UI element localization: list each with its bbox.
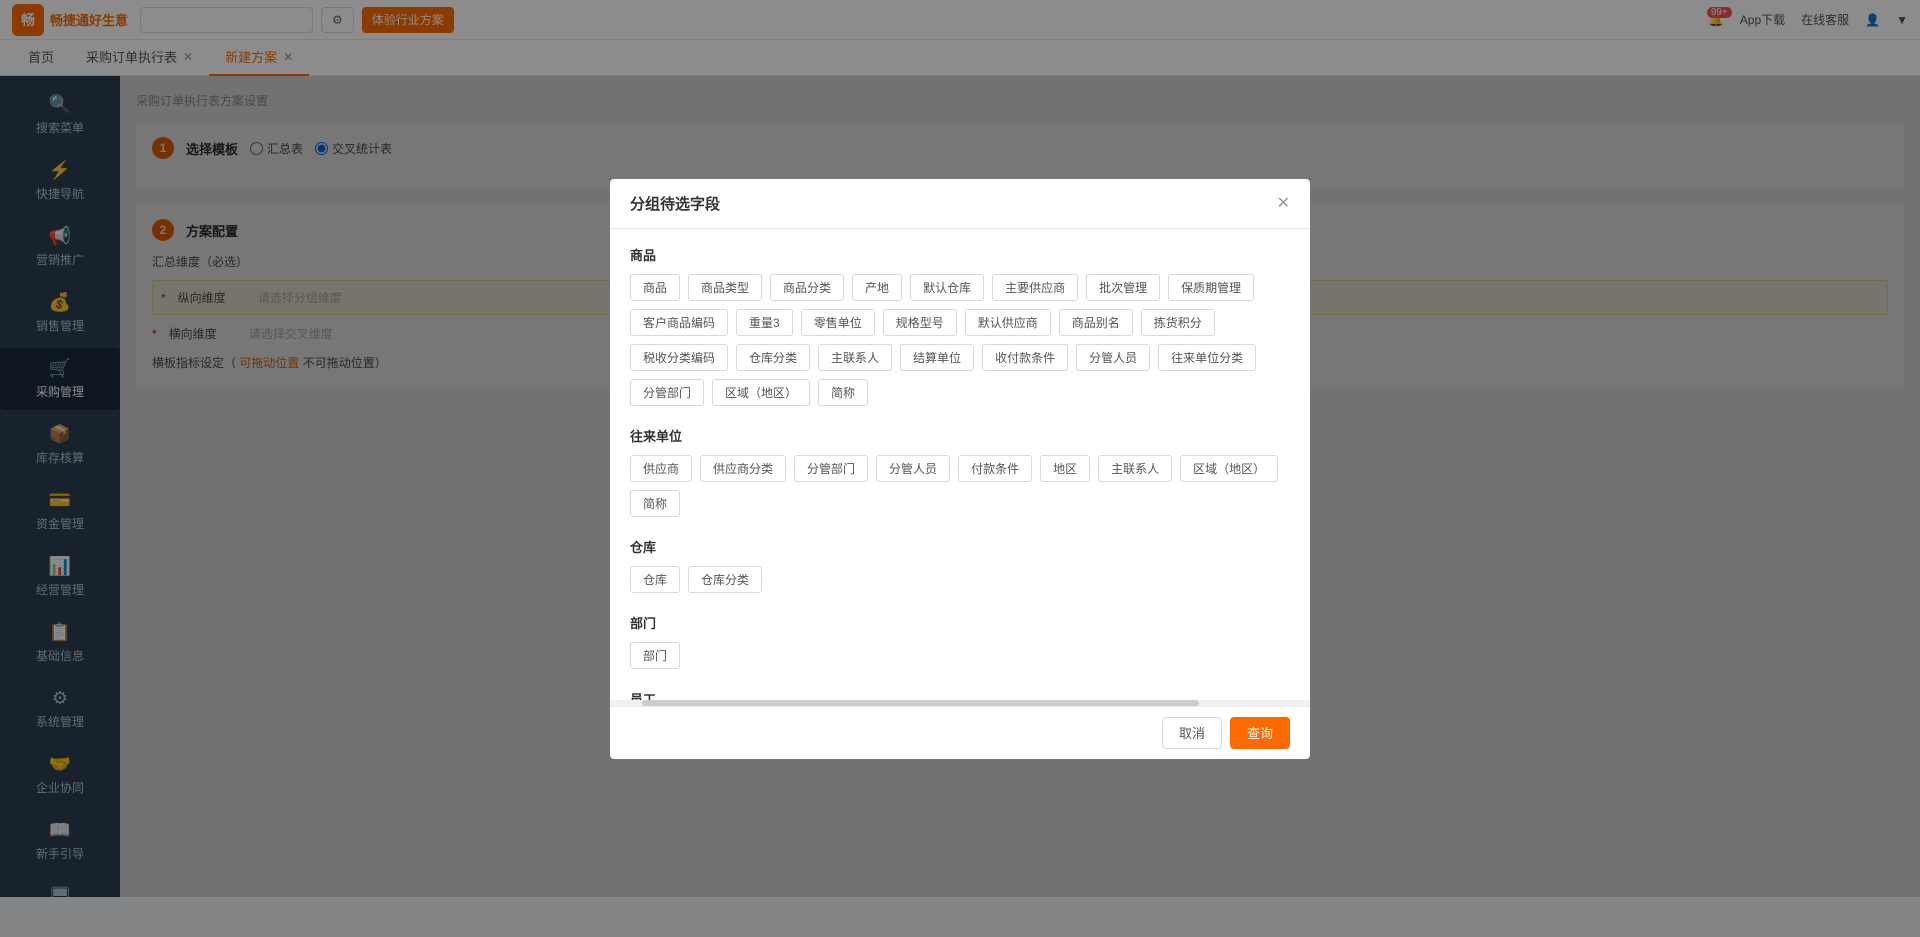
section-employee: 员工 业务员 bbox=[630, 689, 1290, 700]
tag-product-shelf-life[interactable]: 保质期管理 bbox=[1168, 274, 1254, 301]
modal-groupby: 分组待选字段 ✕ 商品 商品 商品类型 商品分类 产地 默认仓库 主要供应商 批… bbox=[610, 179, 1310, 759]
tag-product-spec[interactable]: 规格型号 bbox=[883, 309, 957, 336]
tag-product-origin[interactable]: 产地 bbox=[852, 274, 902, 301]
tag-partner-supplier[interactable]: 供应商 bbox=[630, 455, 692, 482]
tag-dept[interactable]: 部门 bbox=[630, 642, 680, 669]
tag-product-payment-terms[interactable]: 收付款条件 bbox=[982, 344, 1068, 371]
section-warehouse: 仓库 仓库 仓库分类 bbox=[630, 537, 1290, 593]
tag-partner-supplier-cat[interactable]: 供应商分类 bbox=[700, 455, 786, 482]
tag-product-goods[interactable]: 商品 bbox=[630, 274, 680, 301]
modal-header: 分组待选字段 ✕ bbox=[610, 179, 1310, 229]
section-partner-title: 往来单位 bbox=[630, 426, 1290, 445]
section-product: 商品 商品 商品类型 商品分类 产地 默认仓库 主要供应商 批次管理 保质期管理… bbox=[630, 245, 1290, 406]
tag-product-retail-unit[interactable]: 零售单位 bbox=[801, 309, 875, 336]
tag-partner-payment[interactable]: 付款条件 bbox=[958, 455, 1032, 482]
tag-partner-area[interactable]: 区域（地区） bbox=[1180, 455, 1278, 482]
tag-partner-contact[interactable]: 主联系人 bbox=[1098, 455, 1172, 482]
tag-product-abbr[interactable]: 简称 bbox=[818, 379, 868, 406]
tag-product-batch[interactable]: 批次管理 bbox=[1086, 274, 1160, 301]
tag-product-region[interactable]: 区域（地区） bbox=[712, 379, 810, 406]
modal-close-button[interactable]: ✕ bbox=[1277, 193, 1290, 213]
tag-warehouse[interactable]: 仓库 bbox=[630, 566, 680, 593]
tag-product-weight[interactable]: 重量3 bbox=[736, 309, 793, 336]
product-tags: 商品 商品类型 商品分类 产地 默认仓库 主要供应商 批次管理 保质期管理 客户… bbox=[630, 274, 1290, 406]
modal-footer: 取消 查询 bbox=[610, 706, 1310, 759]
tag-product-type[interactable]: 商品类型 bbox=[688, 274, 762, 301]
tag-product-warehouse-cat[interactable]: 仓库分类 bbox=[736, 344, 810, 371]
section-employee-title: 员工 bbox=[630, 689, 1290, 700]
tag-product-category[interactable]: 商品分类 bbox=[770, 274, 844, 301]
tag-partner-manager[interactable]: 分管人员 bbox=[876, 455, 950, 482]
section-product-title: 商品 bbox=[630, 245, 1290, 264]
warehouse-tags: 仓库 仓库分类 bbox=[630, 566, 1290, 593]
tag-product-customer-code[interactable]: 客户商品编码 bbox=[630, 309, 728, 336]
tag-product-partner-cat[interactable]: 往来单位分类 bbox=[1158, 344, 1256, 371]
tag-product-alias[interactable]: 商品别名 bbox=[1059, 309, 1133, 336]
tag-product-manager[interactable]: 分管人员 bbox=[1076, 344, 1150, 371]
section-dept-title: 部门 bbox=[630, 613, 1290, 632]
modal-body[interactable]: 商品 商品 商品类型 商品分类 产地 默认仓库 主要供应商 批次管理 保质期管理… bbox=[610, 229, 1310, 700]
modal-overlay: 分组待选字段 ✕ 商品 商品 商品类型 商品分类 产地 默认仓库 主要供应商 批… bbox=[0, 0, 1920, 937]
tag-product-default-supplier[interactable]: 默认供应商 bbox=[965, 309, 1051, 336]
tag-partner-region[interactable]: 地区 bbox=[1040, 455, 1090, 482]
tag-product-settle-unit[interactable]: 结算单位 bbox=[900, 344, 974, 371]
tag-product-default-warehouse[interactable]: 默认仓库 bbox=[910, 274, 984, 301]
tag-product-tax-code[interactable]: 税收分类编码 bbox=[630, 344, 728, 371]
tag-product-score[interactable]: 拣货积分 bbox=[1141, 309, 1215, 336]
section-partner: 往来单位 供应商 供应商分类 分管部门 分管人员 付款条件 地区 主联系人 区域… bbox=[630, 426, 1290, 517]
modal-title: 分组待选字段 bbox=[630, 193, 720, 214]
section-warehouse-title: 仓库 bbox=[630, 537, 1290, 556]
tag-warehouse-cat[interactable]: 仓库分类 bbox=[688, 566, 762, 593]
tag-product-main-supplier[interactable]: 主要供应商 bbox=[992, 274, 1078, 301]
section-dept: 部门 部门 bbox=[630, 613, 1290, 669]
tag-product-dept[interactable]: 分管部门 bbox=[630, 379, 704, 406]
modal-confirm-button[interactable]: 查询 bbox=[1230, 717, 1290, 749]
modal-cancel-button[interactable]: 取消 bbox=[1162, 717, 1222, 749]
tag-partner-dept[interactable]: 分管部门 bbox=[794, 455, 868, 482]
partner-tags: 供应商 供应商分类 分管部门 分管人员 付款条件 地区 主联系人 区域（地区） … bbox=[630, 455, 1290, 517]
tag-product-contact[interactable]: 主联系人 bbox=[818, 344, 892, 371]
dept-tags: 部门 bbox=[630, 642, 1290, 669]
tag-partner-abbr[interactable]: 简称 bbox=[630, 490, 680, 517]
